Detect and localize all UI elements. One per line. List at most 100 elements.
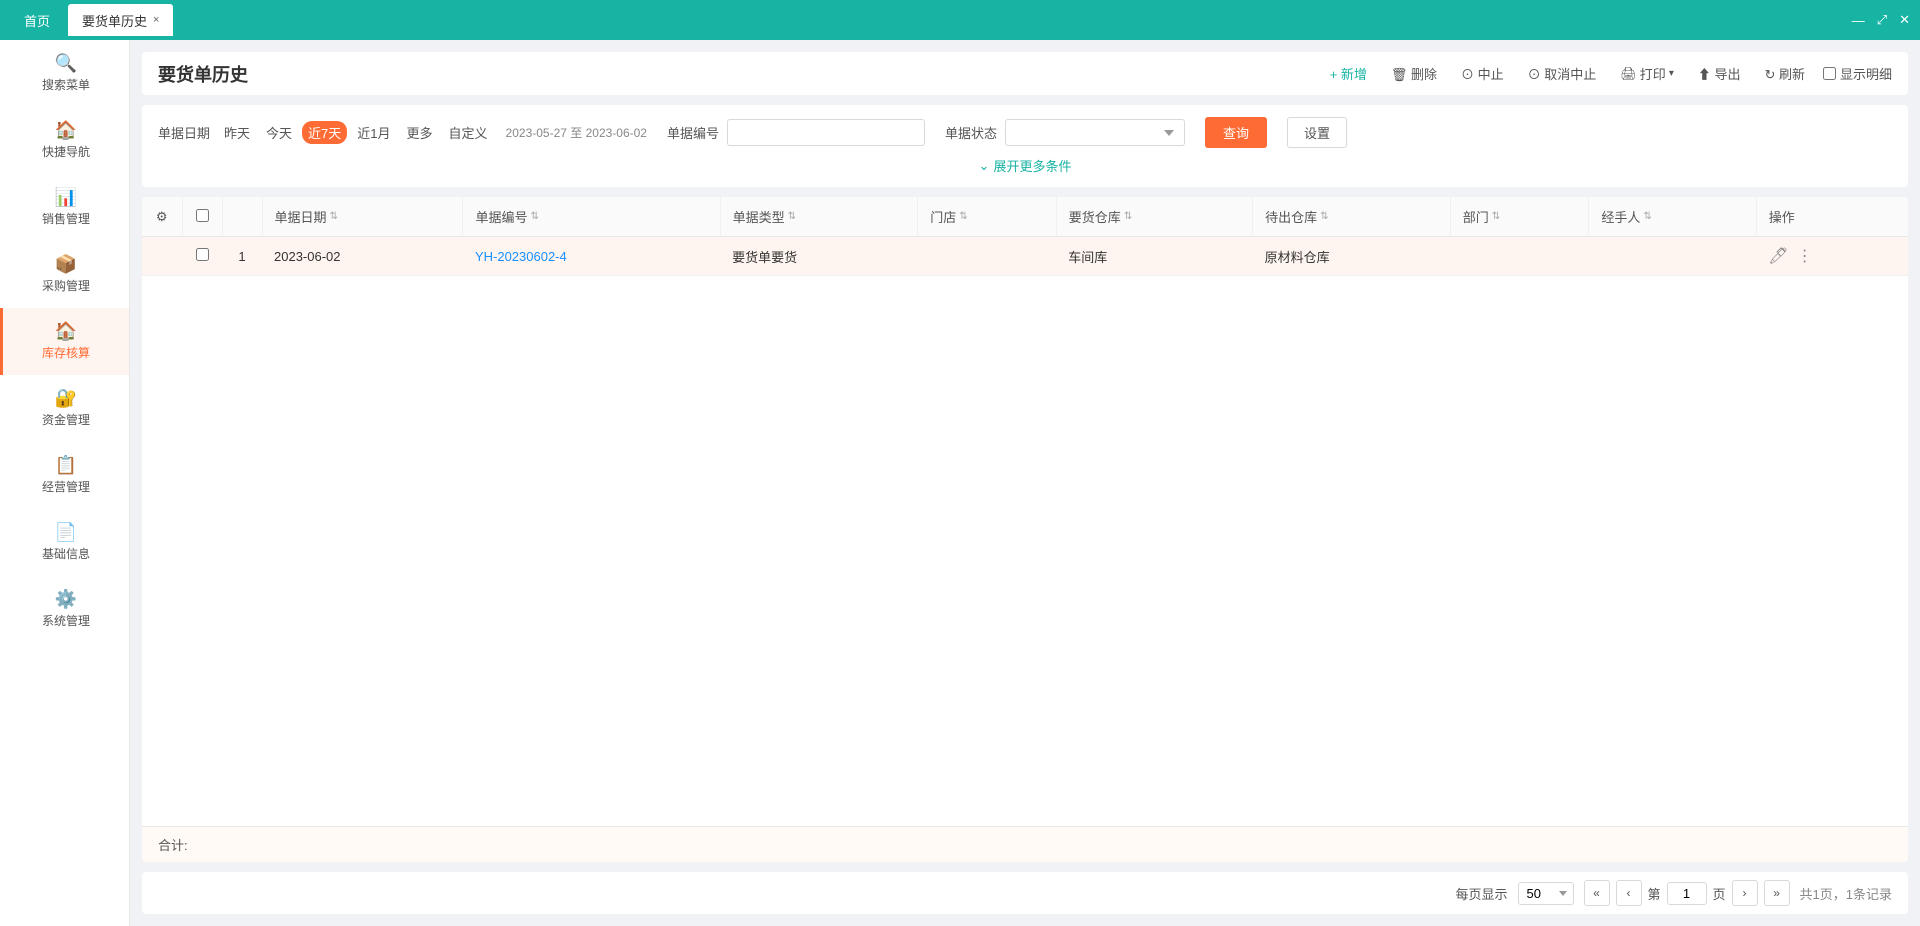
query-button[interactable]: 查询 (1205, 117, 1267, 148)
window-minimize-icon[interactable]: — (1852, 13, 1865, 28)
th-store[interactable]: 门店 ⇅ (918, 197, 1057, 237)
date-range-display: 2023-05-27 至 2023-06-02 (506, 124, 647, 141)
row-type: 要货单要货 (732, 250, 797, 265)
sidebar-item-purchase-mgmt[interactable]: 📦 采购管理 (0, 241, 129, 308)
sidebar-item-basic-info[interactable]: 📄 基础信息 (0, 509, 129, 576)
top-bar: 首页 要货单历史 × — ⤢ ✕ (0, 0, 1920, 40)
page-prev-button[interactable]: ‹ (1616, 880, 1642, 906)
row-order-no-link[interactable]: YH-20230602-4 (475, 249, 567, 264)
settings-button[interactable]: 设置 (1287, 117, 1347, 148)
tab-requisition-history[interactable]: 要货单历史 × (68, 4, 173, 36)
page-nav: « ‹ 第 页 › » (1584, 880, 1790, 906)
tab-home-label: 首页 (24, 11, 50, 30)
td-order-no: YH-20230602-4 (463, 237, 720, 276)
sidebar-item-finance-mgmt-label: 资金管理 (42, 411, 90, 428)
purchase-mgmt-icon: 📦 (55, 255, 77, 273)
data-table: ⚙ 单据日期 ⇅ 单据编号 (142, 197, 1908, 276)
th-department[interactable]: 部门 ⇅ (1450, 197, 1589, 237)
display-detail-checkbox-area[interactable]: 显示明细 (1823, 64, 1892, 83)
td-num: 1 (222, 237, 262, 276)
filter-row-1: 单据日期 昨天 今天 近7天 近1月 更多 自定义 2023-05-27 至 2… (158, 117, 1892, 148)
date-shortcut-today[interactable]: 今天 (260, 121, 298, 144)
th-type[interactable]: 单据类型 ⇅ (720, 197, 918, 237)
sidebar-item-inventory-calc[interactable]: 🏠 库存核算 (0, 308, 129, 375)
sort-department-icon: ⇅ (1492, 211, 1500, 222)
sidebar-item-operations-mgmt-label: 经营管理 (42, 478, 90, 495)
page-next-button[interactable]: › (1732, 880, 1758, 906)
td-department (1450, 237, 1589, 276)
row-edit-icon[interactable]: 🖊 (1768, 246, 1788, 266)
pagination-area: 每页显示 20 50 100 200 « ‹ 第 页 › » 共1页，1条记录 (142, 872, 1908, 914)
td-date: 2023-06-02 (262, 237, 463, 276)
status-select[interactable] (1005, 119, 1185, 146)
date-shortcut-1month[interactable]: 近1月 (351, 121, 396, 144)
print-button[interactable]: 🖨 🖨 打印 打印 ▾ (1614, 60, 1680, 87)
th-req-warehouse-label: 要货仓库 (1069, 207, 1121, 226)
page-total-info: 共1页，1条记录 (1800, 884, 1892, 903)
sort-req-warehouse-icon: ⇅ (1124, 211, 1132, 222)
sidebar-item-search-menu[interactable]: 🔍 搜索菜单 (0, 40, 129, 107)
cancel-stop-button[interactable]: ⊙ 取消中止 (1522, 60, 1603, 87)
page-title: 要货单历史 (158, 61, 248, 87)
sidebar-item-sales-mgmt-label: 销售管理 (42, 210, 90, 227)
row-date: 2023-06-02 (274, 249, 341, 264)
th-date-label: 单据日期 (275, 207, 327, 226)
date-shortcuts: 昨天 今天 近7天 近1月 更多 自定义 (218, 121, 494, 144)
sidebar-item-operations-mgmt[interactable]: 📋 经营管理 (0, 442, 129, 509)
td-store (918, 237, 1057, 276)
page-first-button[interactable]: « (1584, 880, 1610, 906)
date-shortcut-more[interactable]: 更多 (401, 121, 439, 144)
date-shortcut-yesterday[interactable]: 昨天 (218, 121, 256, 144)
page-input[interactable] (1667, 882, 1707, 905)
new-button[interactable]: + 新增 (1324, 60, 1373, 87)
print-dropdown-icon[interactable]: ▾ (1669, 68, 1674, 79)
tab-close-icon[interactable]: × (153, 14, 159, 26)
system-mgmt-icon: ⚙️ (55, 590, 77, 608)
th-date[interactable]: 单据日期 ⇅ (262, 197, 463, 237)
select-all-checkbox[interactable] (196, 209, 209, 222)
toolbar: + 新增 🗑 删除 ⊙ 中止 ⊙ 取消中止 🖨 🖨 打印 打印 ▾ ⬆ 导出 ↻… (1324, 60, 1892, 87)
th-actions: 操作 (1756, 197, 1908, 237)
sidebar-item-finance-mgmt[interactable]: 🔐 资金管理 (0, 375, 129, 442)
row-actions: 🖊 ⋮ (1768, 246, 1896, 266)
tab-home[interactable]: 首页 (10, 4, 64, 36)
sidebar-item-system-mgmt[interactable]: ⚙️ 系统管理 (0, 576, 129, 643)
row-more-icon[interactable]: ⋮ (1797, 246, 1813, 266)
date-filter-group: 单据日期 昨天 今天 近7天 近1月 更多 自定义 2023-05-27 至 2… (158, 121, 647, 144)
window-close-icon[interactable]: ✕ (1899, 12, 1910, 28)
expand-label: 展开更多条件 (993, 156, 1071, 175)
th-order-no[interactable]: 单据编号 ⇅ (463, 197, 720, 237)
sidebar-item-purchase-mgmt-label: 采购管理 (42, 277, 90, 294)
date-shortcut-custom[interactable]: 自定义 (443, 121, 494, 144)
row-req-warehouse: 车间库 (1068, 250, 1107, 265)
sort-order-no-icon: ⇅ (530, 211, 538, 222)
stop-button[interactable]: ⊙ 中止 (1455, 60, 1510, 87)
row-checkbox[interactable] (196, 248, 209, 261)
print-text: 打印 (1640, 64, 1666, 83)
sort-store-icon: ⇅ (959, 211, 967, 222)
th-req-warehouse[interactable]: 要货仓库 ⇅ (1056, 197, 1252, 237)
th-handler[interactable]: 经手人 ⇅ (1589, 197, 1756, 237)
sidebar-item-search-menu-label: 搜索菜单 (42, 76, 90, 93)
expand-more-row[interactable]: ⌄ 展开更多条件 (158, 156, 1892, 175)
finance-mgmt-icon: 🔐 (55, 389, 77, 407)
display-detail-checkbox[interactable] (1823, 67, 1836, 80)
date-shortcut-7days[interactable]: 近7天 (302, 121, 347, 144)
th-handler-label: 经手人 (1601, 207, 1640, 226)
page-last-button[interactable]: » (1764, 880, 1790, 906)
window-maximize-icon[interactable]: ⤢ (1877, 12, 1887, 28)
refresh-button[interactable]: ↻ 刷新 (1758, 60, 1811, 87)
delete-button[interactable]: 🗑 删除 (1385, 60, 1443, 87)
td-type: 要货单要货 (720, 237, 918, 276)
sidebar-item-sales-mgmt[interactable]: 📊 销售管理 (0, 174, 129, 241)
per-page-select[interactable]: 20 50 100 200 (1518, 882, 1574, 905)
th-settings[interactable]: ⚙ (142, 197, 182, 237)
td-actions: 🖊 ⋮ (1756, 237, 1908, 276)
table-wrapper: ⚙ 单据日期 ⇅ 单据编号 (142, 197, 1908, 862)
order-no-input[interactable] (727, 119, 925, 146)
export-button[interactable]: ⬆ 导出 (1692, 60, 1747, 87)
th-pending-warehouse[interactable]: 待出仓库 ⇅ (1253, 197, 1451, 237)
order-no-filter-group: 单据编号 (667, 119, 925, 146)
sidebar-item-quick-nav[interactable]: 🏠 快捷导航 (0, 107, 129, 174)
sort-handler-icon: ⇅ (1643, 211, 1651, 222)
